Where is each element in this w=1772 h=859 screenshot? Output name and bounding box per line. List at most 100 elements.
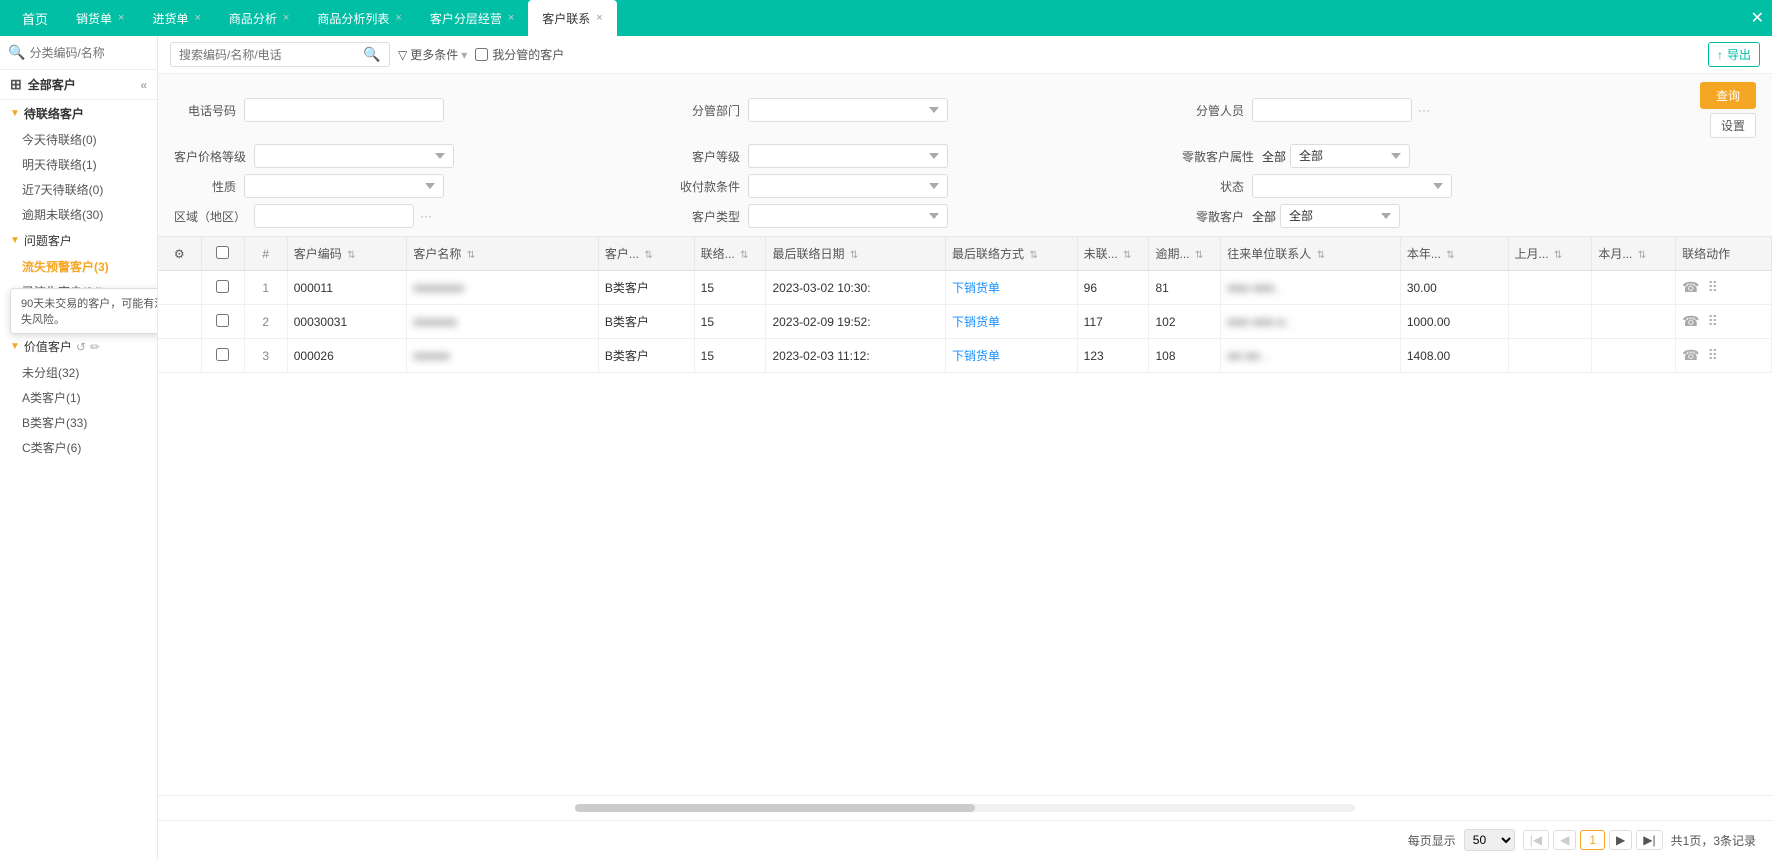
export-button[interactable]: ↑ 导出 (1708, 42, 1760, 67)
row-3-checkbox[interactable] (216, 348, 229, 361)
sidebar-item-c-class[interactable]: C类客户(6) (0, 435, 157, 460)
page-size-select[interactable]: 50 20 100 (1464, 829, 1515, 851)
col-unit-contact[interactable]: 往来单位联系人 ⇅ (1221, 237, 1401, 271)
row-2-way-link[interactable]: 下销货单 (952, 315, 1000, 329)
nav-tab-customer-tier[interactable]: 客户分层经营 × (416, 0, 528, 36)
select-all-checkbox[interactable] (216, 246, 229, 259)
table-row: 2 00030031 ■■■■■■ B类客户 15 2023-02-09 19:… (158, 305, 1772, 339)
manager-dots-icon[interactable]: ··· (1412, 103, 1436, 117)
filter-retail-attr-select[interactable]: 全部 (1290, 144, 1410, 168)
more-conditions-btn[interactable]: ▽ 更多条件 ▾ (398, 46, 467, 63)
close-purchase-icon[interactable]: × (194, 12, 200, 24)
nav-home[interactable]: 首页 (8, 0, 62, 36)
sidebar-item-tomorrow[interactable]: 明天待联络(1) (0, 152, 157, 177)
filter-search-icon[interactable]: 🔍 (363, 46, 380, 63)
row-settings (158, 339, 201, 373)
sidebar-group-value[interactable]: ▼ 价值客户 ↺ ✏ (0, 333, 157, 360)
row-1-contact-icon[interactable]: ☎ (1682, 279, 1699, 296)
col-last-contact-way[interactable]: 最后联络方式 ⇅ (946, 237, 1078, 271)
scrollbar-thumb[interactable] (575, 804, 975, 812)
edit-icon[interactable]: ✏ (90, 340, 100, 354)
nav-tab-customer-contact[interactable]: 客户联系 × (528, 0, 616, 36)
sidebar-item-today[interactable]: 今天待联络(0) (0, 127, 157, 152)
sidebar-group-pending[interactable]: ▼ 待联络客户 (0, 100, 157, 127)
row-3-type: B类客户 (598, 339, 694, 373)
retail-attr-value: 全部 (1262, 148, 1286, 165)
nav-tab-purchase[interactable]: 进货单 × (138, 0, 214, 36)
top-nav: 首页 销货单 × 进货单 × 商品分析 × 商品分析列表 × 客户分层经营 × … (0, 0, 1772, 36)
filter-status-select[interactable] (1252, 174, 1452, 198)
my-customers-checkbox[interactable] (475, 48, 488, 61)
col-this-year[interactable]: 本年... ⇅ (1400, 237, 1508, 271)
filter-region-label: 区域（地区） (174, 208, 254, 225)
col-settings[interactable]: ⚙ (158, 237, 201, 271)
filter-manager-input[interactable] (1252, 98, 1412, 122)
col-contact[interactable]: 联络... ⇅ (694, 237, 766, 271)
filter-region-input[interactable] (254, 204, 414, 228)
filter-nature-select[interactable] (244, 174, 444, 198)
close-analysis-icon[interactable]: × (283, 12, 289, 24)
filter-cust-level: 客户等级 (678, 144, 1182, 168)
close-all-icon[interactable]: ✕ (1751, 8, 1764, 28)
col-un-contact[interactable]: 未联... ⇅ (1077, 237, 1149, 271)
nav-tab-analysis[interactable]: 商品分析 × (215, 0, 303, 36)
filter-phone-input[interactable] (244, 98, 444, 122)
close-analysis-list-icon[interactable]: × (395, 12, 401, 24)
row-2-more-icon[interactable]: ⠿ (1708, 313, 1718, 330)
region-dots-icon[interactable]: ··· (414, 209, 438, 223)
sidebar-item-a-class[interactable]: A类客户(1) (0, 385, 157, 410)
filter-dept-label: 分管部门 (678, 102, 748, 119)
col-type[interactable]: 客户... ⇅ (598, 237, 694, 271)
col-last-month[interactable]: 上月... ⇅ (1508, 237, 1592, 271)
col-overdue[interactable]: 逾期... ⇅ (1149, 237, 1221, 271)
horizontal-scroll-area[interactable] (158, 795, 1772, 820)
page-info: 共1页，3条记录 (1671, 832, 1756, 849)
settings-button[interactable]: 设置 (1710, 113, 1756, 138)
sidebar-item-7days[interactable]: 近7天待联络(0) (0, 177, 157, 202)
row-1-this-year: 30.00 (1400, 271, 1508, 305)
row-3-way-link[interactable]: 下销货单 (952, 349, 1000, 363)
row-1-checkbox[interactable] (216, 280, 229, 293)
sidebar-search-input[interactable] (29, 46, 149, 60)
row-1-action: ☎ ⠿ (1676, 271, 1772, 305)
filter-phone: 电话号码 (174, 82, 678, 138)
query-button[interactable]: 查询 (1700, 82, 1756, 109)
filter-retail-cust-label: 零散客户 (1182, 208, 1252, 225)
refresh-icon[interactable]: ↺ (76, 340, 86, 354)
filter-price-level-select[interactable] (254, 144, 454, 168)
filter-search-input[interactable] (179, 48, 359, 62)
nav-tab-saleslip[interactable]: 销货单 × (62, 0, 138, 36)
filter-cust-level-select[interactable] (748, 144, 948, 168)
sidebar-item-ungrouped[interactable]: 未分组(32) (0, 360, 157, 385)
nav-tab-analysis-list[interactable]: 商品分析列表 × (303, 0, 415, 36)
filter-cust-type-select[interactable] (748, 204, 948, 228)
col-this-month[interactable]: 本月... ⇅ (1592, 237, 1676, 271)
row-2-checkbox[interactable] (216, 314, 229, 327)
filter-payment-select[interactable] (748, 174, 948, 198)
prev-page-btn[interactable]: ◀ (1553, 830, 1576, 850)
filter-retail-cust-select[interactable]: 全部 (1280, 204, 1400, 228)
first-page-btn[interactable]: |◀ (1523, 830, 1549, 850)
close-customer-tier-icon[interactable]: × (508, 12, 514, 24)
row-2-contact-icon[interactable]: ☎ (1682, 313, 1699, 330)
current-page-btn[interactable]: 1 (1580, 830, 1605, 850)
col-name[interactable]: 客户名称 ⇅ (407, 237, 599, 271)
close-saleslip-icon[interactable]: × (118, 12, 124, 24)
col-last-contact-date[interactable]: 最后联络日期 ⇅ (766, 237, 946, 271)
row-3-more-icon[interactable]: ⠿ (1708, 347, 1718, 364)
sort-overdue-icon: ⇅ (1195, 250, 1203, 261)
filter-dept-select[interactable] (748, 98, 948, 122)
col-code[interactable]: 客户编码 ⇅ (287, 237, 407, 271)
row-3-contact-icon[interactable]: ☎ (1682, 347, 1699, 364)
row-1-way-link[interactable]: 下销货单 (952, 281, 1000, 295)
sidebar-item-churn-warning[interactable]: 流失预警客户(3) (0, 254, 157, 279)
next-page-btn[interactable]: ▶ (1609, 830, 1632, 850)
sidebar-item-overdue-contact[interactable]: 逾期未联络(30) (0, 202, 157, 227)
last-page-btn[interactable]: ▶| (1636, 830, 1662, 850)
sidebar-all-customers[interactable]: ⊞ 全部客户 « (0, 70, 157, 100)
sidebar-group-problem[interactable]: ▼ 问题客户 (0, 227, 157, 254)
close-customer-contact-icon[interactable]: × (596, 12, 602, 24)
sidebar-item-b-class[interactable]: B类客户(33) (0, 410, 157, 435)
sort-unit-icon: ⇅ (1317, 250, 1325, 261)
row-1-more-icon[interactable]: ⠿ (1708, 279, 1718, 296)
